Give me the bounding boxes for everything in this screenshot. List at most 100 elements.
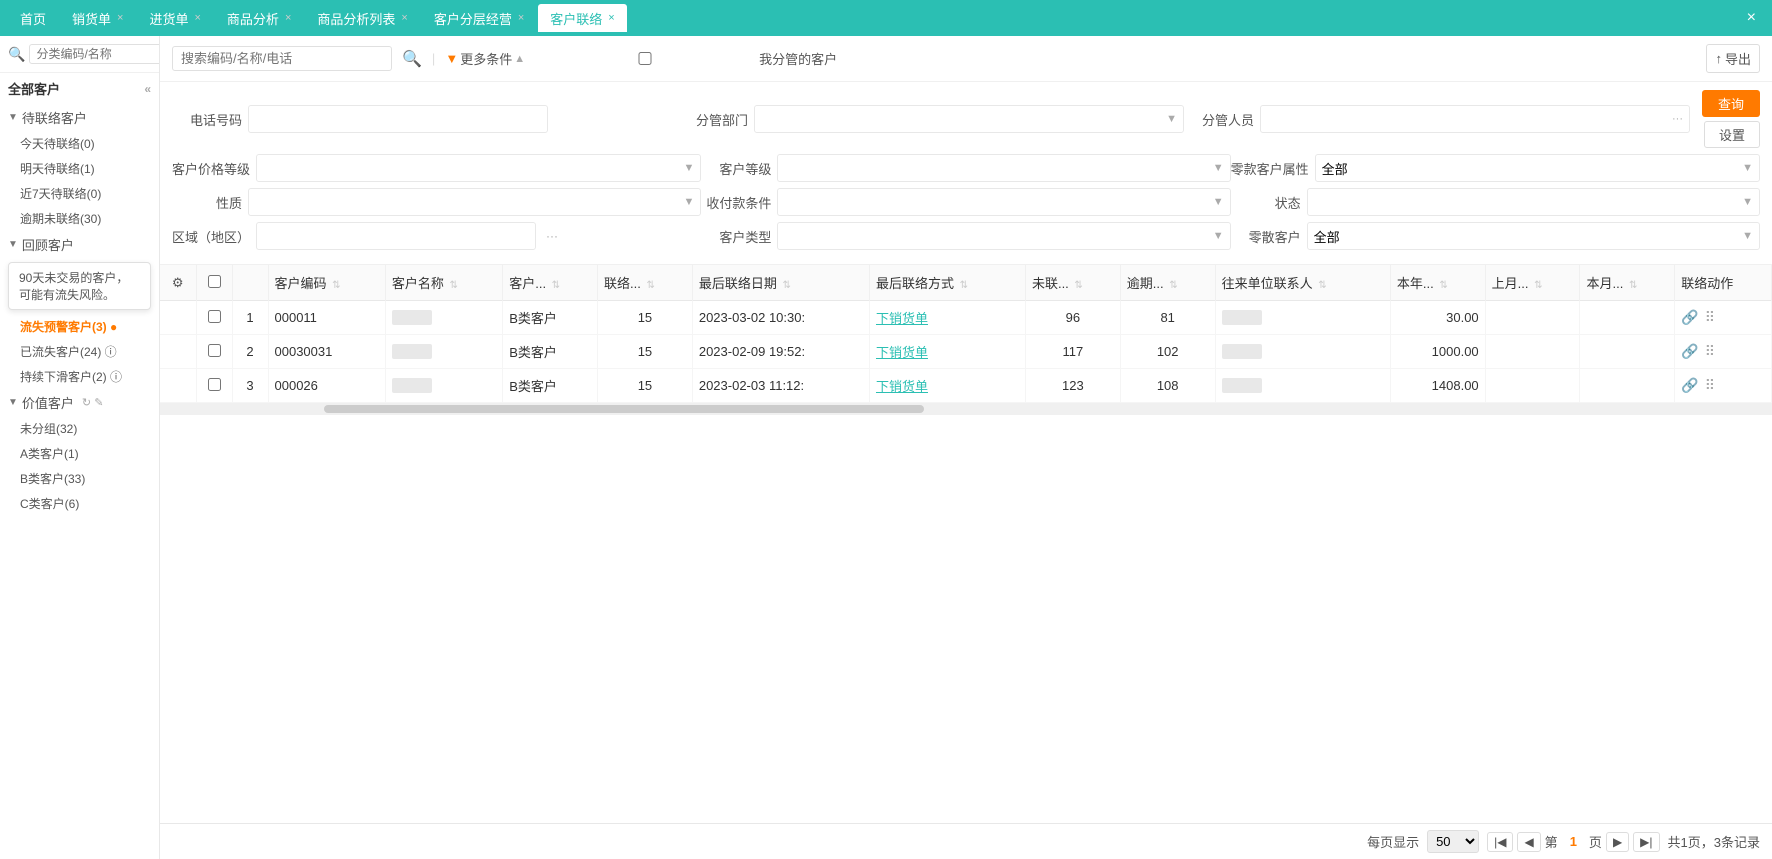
tab-analysis[interactable]: 商品分析 × <box>215 4 303 32</box>
row-unit-contact <box>1215 335 1390 369</box>
tab-home[interactable]: 首页 <box>8 4 58 32</box>
customer-type-select[interactable]: ▼ <box>777 222 1230 250</box>
sort-icon-cat: ⇅ <box>552 280 560 291</box>
status-arrow-icon: ▼ <box>1742 196 1753 208</box>
row-action-link-icon[interactable]: 🔗 <box>1681 343 1698 360</box>
price-grade-select[interactable]: ▼ <box>256 154 701 182</box>
region-input[interactable] <box>256 222 536 250</box>
row-last-method[interactable]: 下销货单 <box>869 335 1025 369</box>
row-last-method[interactable]: 下销货单 <box>869 301 1025 335</box>
row-checkbox[interactable] <box>208 344 221 357</box>
page-text: 第 <box>1545 832 1558 851</box>
sort-icon-name: ⇅ <box>449 280 457 291</box>
zero-attr-select[interactable]: 全部 ▼ <box>1315 154 1760 182</box>
page-size-select[interactable]: 50 100 <box>1427 830 1479 853</box>
col-name[interactable]: 客户名称 ⇅ <box>385 265 502 301</box>
col-contact[interactable]: 联络... ⇅ <box>598 265 693 301</box>
col-action: 联络动作 <box>1675 265 1772 301</box>
prev-page-button[interactable]: ◀ <box>1517 832 1540 852</box>
all-customers-header[interactable]: 全部客户 « <box>0 73 159 104</box>
tab-analysis-close[interactable]: × <box>285 12 291 24</box>
sidebar-search-input[interactable] <box>29 44 160 64</box>
collapse-icon: « <box>144 82 151 96</box>
sidebar-group-churn[interactable]: ▼ 回顾客户 <box>0 231 159 258</box>
tab-sales[interactable]: 销货单 × <box>60 4 135 32</box>
tab-customer-link-close[interactable]: × <box>608 12 614 24</box>
row-checkbox[interactable] <box>208 378 221 391</box>
row-name <box>385 301 502 335</box>
row-action-more-icon[interactable]: ⠿ <box>1705 377 1715 394</box>
sidebar-search-icon[interactable]: 🔍 <box>8 46 25 63</box>
settings-col-header[interactable]: ⚙ <box>160 265 196 301</box>
col-uncontacted[interactable]: 未联... ⇅ <box>1025 265 1120 301</box>
tab-sales-close[interactable]: × <box>117 12 123 24</box>
row-action-link-icon[interactable]: 🔗 <box>1681 309 1698 326</box>
phone-input[interactable] <box>248 105 548 133</box>
filter-cell-phone: 电话号码 <box>172 105 678 133</box>
my-customers-checkbox[interactable] <box>535 52 755 65</box>
export-icon: ↑ <box>1715 51 1722 66</box>
manager-arrow-icon: ··· <box>1672 113 1683 125</box>
row-code: 00030031 <box>268 335 385 369</box>
sidebar-group-value[interactable]: ▼ 价值客户 ↻ ✎ <box>0 389 159 416</box>
dept-select[interactable]: ▼ <box>754 105 1184 133</box>
sidebar-group-pending[interactable]: ▼ 待联络客户 <box>0 104 159 131</box>
region-more-icon[interactable]: ··· <box>542 229 562 243</box>
sidebar-item-overdue-contact[interactable]: 逾期未联络(30) <box>0 206 159 231</box>
tab-purchase-close[interactable]: × <box>194 12 200 24</box>
row-checkbox[interactable] <box>208 310 221 323</box>
col-last-date[interactable]: 最后联络日期 ⇅ <box>692 265 869 301</box>
sidebar-item-tomorrow[interactable]: 明天待联络(1) <box>0 156 159 181</box>
tab-analysis-list[interactable]: 商品分析列表 × <box>305 4 419 32</box>
sidebar-item-b-class[interactable]: B类客户(33) <box>0 466 159 491</box>
query-button[interactable]: 查询 <box>1702 90 1760 117</box>
settings-button[interactable]: 设置 <box>1704 121 1760 148</box>
search-button[interactable]: 🔍 <box>402 49 422 69</box>
table-settings-icon[interactable]: ⚙ <box>172 275 184 290</box>
last-page-button[interactable]: ▶| <box>1633 832 1659 852</box>
window-close-button[interactable]: × <box>1739 9 1764 27</box>
col-last-month[interactable]: 上月... ⇅ <box>1485 265 1580 301</box>
sidebar-item-churn-predict[interactable]: 流失预警客户(3) ● <box>0 314 159 339</box>
sidebar-item-c-class[interactable]: C类客户(6) <box>0 491 159 516</box>
tab-customer-segment[interactable]: 客户分层经营 × <box>422 4 536 32</box>
sidebar-item-churned[interactable]: 已流失客户(24) ⓘ <box>0 339 159 364</box>
row-action-link-icon[interactable]: 🔗 <box>1681 377 1698 394</box>
col-overdue[interactable]: 逾期... ⇅ <box>1120 265 1215 301</box>
row-last-method[interactable]: 下销货单 <box>869 369 1025 403</box>
row-action-more-icon[interactable]: ⠿ <box>1705 343 1715 360</box>
col-this-month[interactable]: 本月... ⇅ <box>1580 265 1675 301</box>
col-this-year[interactable]: 本年... ⇅ <box>1390 265 1485 301</box>
sidebar-item-today[interactable]: 今天待联络(0) <box>0 131 159 156</box>
zero-customer-select[interactable]: 全部 ▼ <box>1307 222 1760 250</box>
status-select[interactable]: ▼ <box>1307 188 1760 216</box>
customer-grade-select[interactable]: ▼ <box>777 154 1230 182</box>
export-button[interactable]: ↑ 导出 <box>1706 44 1760 73</box>
sidebar-item-ungroup[interactable]: 未分组(32) <box>0 416 159 441</box>
row-action-more-icon[interactable]: ⠿ <box>1705 309 1715 326</box>
sidebar-item-week[interactable]: 近7天待联络(0) <box>0 181 159 206</box>
sidebar-item-retain[interactable]: 持续下滑客户(2) ⓘ <box>0 364 159 389</box>
next-page-button[interactable]: ▶ <box>1606 832 1629 852</box>
col-code[interactable]: 客户编码 ⇅ <box>268 265 385 301</box>
checkbox-col-header <box>196 265 232 301</box>
payment-select[interactable]: ▼ <box>777 188 1230 216</box>
manager-select[interactable]: ··· <box>1260 105 1690 133</box>
row-checkbox-cell <box>196 369 232 403</box>
col-last-method[interactable]: 最后联络方式 ⇅ <box>869 265 1025 301</box>
select-all-checkbox[interactable] <box>208 275 221 288</box>
col-unit-contact[interactable]: 往来单位联系人 ⇅ <box>1215 265 1390 301</box>
tab-analysis-list-close[interactable]: × <box>401 12 407 24</box>
col-category[interactable]: 客户... ⇅ <box>503 265 598 301</box>
tab-analysis-list-label: 商品分析列表 <box>317 9 395 28</box>
scrollbar-thumb[interactable] <box>324 405 924 413</box>
tab-customer-link[interactable]: 客户联络 × <box>538 4 626 32</box>
gender-select[interactable]: ▼ <box>248 188 701 216</box>
horizontal-scrollbar[interactable] <box>160 403 1772 415</box>
tab-purchase[interactable]: 进货单 × <box>137 4 212 32</box>
search-input[interactable] <box>172 46 392 71</box>
more-filter-button[interactable]: ▼ 更多条件 ▲ <box>445 49 525 68</box>
first-page-button[interactable]: |◀ <box>1487 832 1513 852</box>
sidebar-item-a-class[interactable]: A类客户(1) <box>0 441 159 466</box>
tab-customer-segment-close[interactable]: × <box>518 12 524 24</box>
